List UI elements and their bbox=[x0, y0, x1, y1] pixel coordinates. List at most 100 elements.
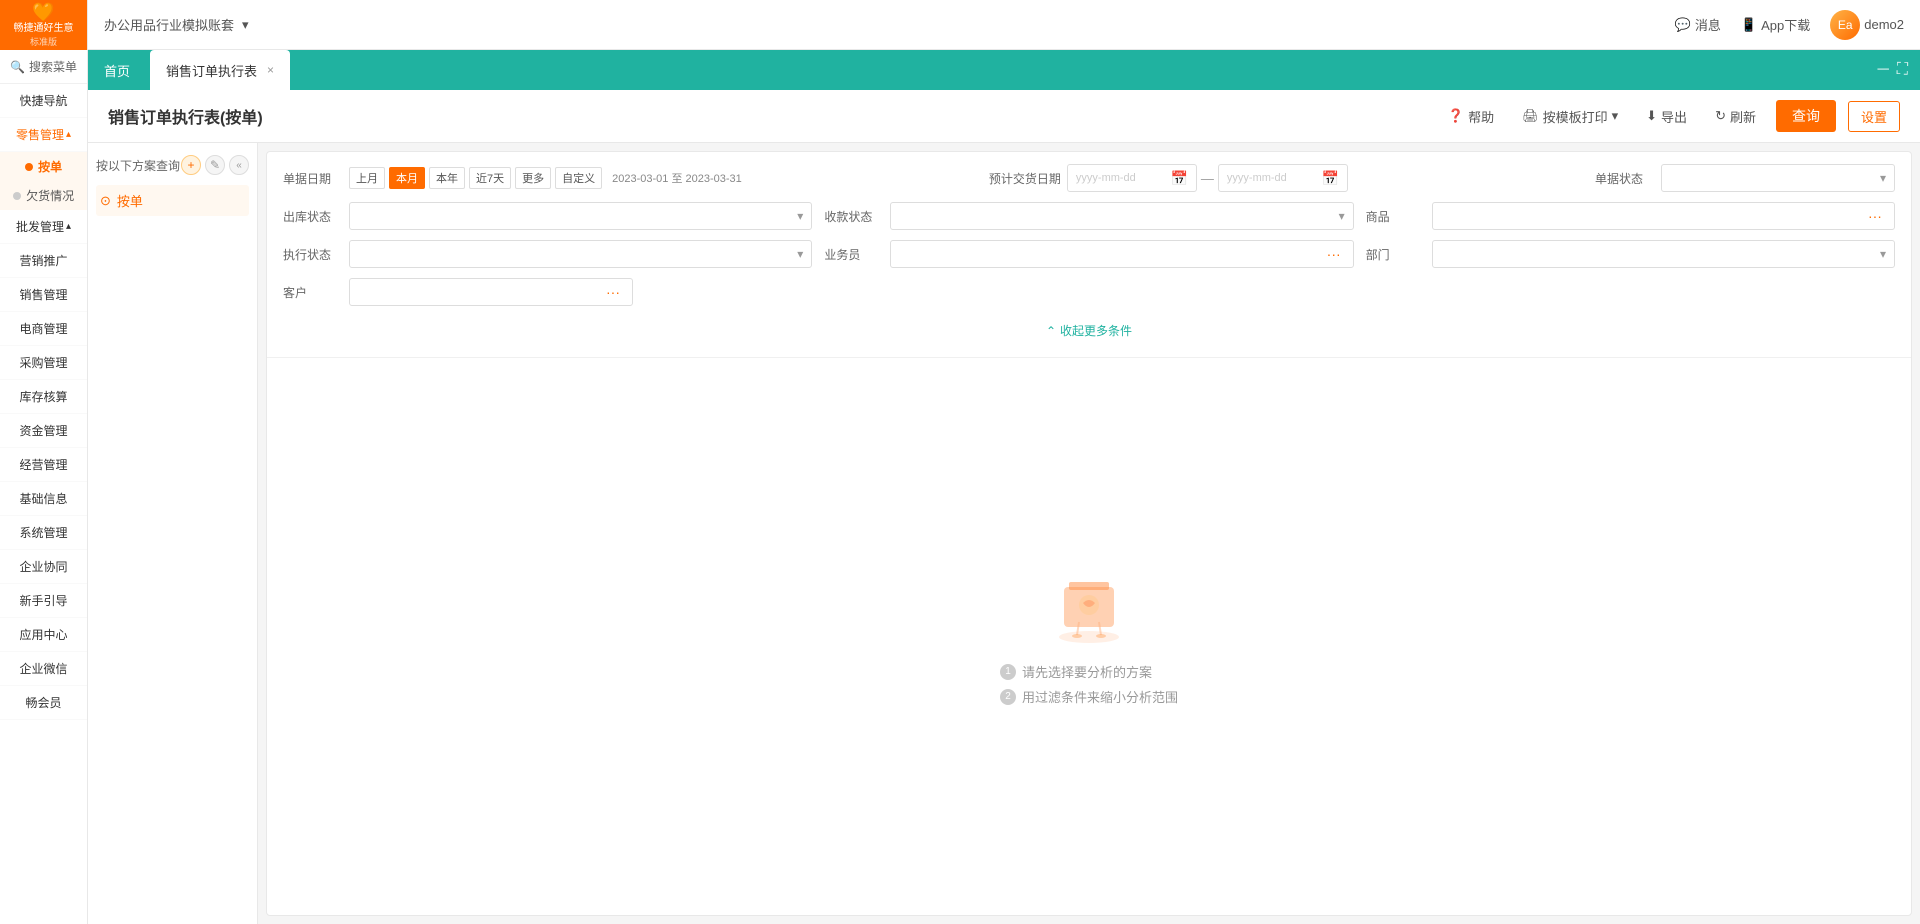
doc-status-select[interactable]: ▾ bbox=[1661, 164, 1895, 192]
sidebar-item-member[interactable]: 畅会员 bbox=[0, 686, 87, 720]
add-scheme-btn[interactable]: + bbox=[181, 155, 201, 175]
query-btn[interactable]: 查询 bbox=[1776, 100, 1836, 132]
print-btn[interactable]: 🖨 按模板打印 ▾ bbox=[1514, 103, 1626, 130]
filter-row-1: 单据日期 上月 本月 本年 近7天 更多 自定义 2023-03-01 至 20… bbox=[283, 164, 1895, 192]
sidebar-item-sales[interactable]: 销售管理 bbox=[0, 278, 87, 312]
maximize-icon[interactable]: ⛶ bbox=[1897, 61, 1908, 79]
sidebar-item-wechat[interactable]: 企业微信 bbox=[0, 652, 87, 686]
tab-sales-order[interactable]: 销售订单执行表 × bbox=[150, 50, 290, 90]
date-btn-this-month[interactable]: 本月 bbox=[389, 167, 425, 189]
sidebar-search[interactable]: 🔍 搜索菜单 bbox=[0, 50, 87, 84]
customer-select[interactable]: ··· bbox=[349, 278, 633, 306]
avatar: Ea bbox=[1830, 10, 1860, 40]
filter-item-by-order[interactable]: ⊙ 按单 bbox=[96, 185, 249, 216]
export-icon: ⬇ bbox=[1646, 108, 1657, 124]
sidebar-item-marketing[interactable]: 营销推广 bbox=[0, 244, 87, 278]
collapse-more-btn[interactable]: ⌃ 收起更多条件 bbox=[283, 316, 1895, 345]
customer-ellipsis[interactable]: ··· bbox=[602, 284, 624, 300]
dept-select[interactable]: ▾ bbox=[1432, 240, 1895, 268]
refresh-icon: ↻ bbox=[1715, 108, 1726, 124]
date-range-from: yyyy-mm-dd 📅 — yyyy-mm-dd 📅 bbox=[1067, 164, 1348, 192]
date-btn-this-year[interactable]: 本年 bbox=[429, 167, 465, 189]
date-to-input[interactable]: yyyy-mm-dd 📅 bbox=[1218, 164, 1348, 192]
goods-ellipsis[interactable]: ··· bbox=[1864, 208, 1886, 224]
page-actions: ❓ 帮助 🖨 按模板打印 ▾ ⬇ 导出 ↻ 刷新 查询 bbox=[1440, 100, 1900, 132]
sidebar-item-operations[interactable]: 经营管理 bbox=[0, 448, 87, 482]
user-profile[interactable]: Ea demo2 bbox=[1830, 10, 1904, 40]
date-btn-more[interactable]: 更多 bbox=[515, 167, 551, 189]
edit-scheme-btn[interactable]: ✎ bbox=[205, 155, 225, 175]
export-btn[interactable]: ⬇ 导出 bbox=[1638, 103, 1695, 130]
sidebar-item-guide[interactable]: 新手引导 bbox=[0, 584, 87, 618]
receive-status-select[interactable]: ▾ bbox=[890, 202, 1353, 230]
empty-tip-1: 1 请先选择要分析的方案 bbox=[1000, 662, 1178, 681]
minimize-icon[interactable]: ─ bbox=[1877, 61, 1888, 79]
collapse-panel-btn[interactable]: « bbox=[229, 155, 249, 175]
content-area: 按以下方案查询 + ✎ « ⊙ 按单 bbox=[88, 143, 1920, 924]
sidebar-item-finance[interactable]: 资金管理 bbox=[0, 414, 87, 448]
tab-label: 销售订单执行表 bbox=[166, 61, 257, 80]
salesperson-field: 业务员 ··· bbox=[824, 240, 1353, 268]
date-label: 单据日期 bbox=[283, 170, 343, 187]
exec-chevron: ▾ bbox=[797, 247, 803, 261]
chevron-icon2: ▴ bbox=[66, 221, 71, 232]
date-range-text: 2023-03-01 至 2023-03-31 bbox=[612, 170, 742, 186]
chevron-icon: ▴ bbox=[66, 129, 71, 140]
tip-num-1: 1 bbox=[1000, 664, 1016, 680]
settings-btn[interactable]: 设置 bbox=[1848, 101, 1900, 132]
date-from-placeholder: yyyy-mm-dd bbox=[1076, 172, 1136, 184]
inactive-dot bbox=[13, 192, 21, 200]
download-icon: 📱 bbox=[1741, 17, 1757, 33]
sidebar-sub-item-shortage[interactable]: 欠货情况 bbox=[0, 181, 87, 210]
filter-panel: 按以下方案查询 + ✎ « ⊙ 按单 bbox=[88, 143, 258, 924]
refresh-btn[interactable]: ↻ 刷新 bbox=[1707, 103, 1764, 130]
sidebar-sub-item-by-order[interactable]: 按单 bbox=[0, 152, 87, 181]
receive-status-field: 收款状态 ▾ bbox=[824, 202, 1353, 230]
dept-field: 部门 ▾ bbox=[1366, 240, 1895, 268]
tab-close-icon[interactable]: × bbox=[267, 63, 274, 77]
breadcrumb-arrow[interactable]: ▾ bbox=[242, 17, 249, 33]
sidebar-item-enterprise[interactable]: 企业协同 bbox=[0, 550, 87, 584]
active-scheme-icon: ⊙ bbox=[100, 193, 111, 209]
logo-icon: 🧡 bbox=[32, 2, 54, 23]
app-name: 畅捷通好生意 bbox=[14, 23, 74, 35]
date-btn-7days[interactable]: 近7天 bbox=[469, 167, 511, 189]
print-icon: 🖨 bbox=[1522, 108, 1539, 124]
salesperson-select[interactable]: ··· bbox=[890, 240, 1353, 268]
sidebar-item-quick-nav[interactable]: 快捷导航 bbox=[0, 84, 87, 118]
print-label: 按模板打印 bbox=[1543, 107, 1608, 126]
sidebar-item-system[interactable]: 系统管理 bbox=[0, 516, 87, 550]
ship-status-select[interactable]: ▾ bbox=[349, 202, 812, 230]
date-from-input[interactable]: yyyy-mm-dd 📅 bbox=[1067, 164, 1197, 192]
help-btn[interactable]: ❓ 帮助 bbox=[1440, 103, 1502, 130]
filter-row-3: 执行状态 ▾ 业务员 ··· bbox=[283, 240, 1895, 268]
breadcrumb-text: 办公用品行业模拟账套 bbox=[104, 15, 234, 34]
avatar-text: Ea bbox=[1838, 18, 1853, 32]
edit-icon: ✎ bbox=[210, 158, 220, 172]
exec-status-select[interactable]: ▾ bbox=[349, 240, 812, 268]
tip-num-2: 2 bbox=[1000, 689, 1016, 705]
calendar-from-icon[interactable]: 📅 bbox=[1170, 170, 1187, 187]
sidebar-item-purchase[interactable]: 采购管理 bbox=[0, 346, 87, 380]
calendar-to-icon[interactable]: 📅 bbox=[1321, 170, 1338, 187]
sidebar-item-ecommerce[interactable]: 电商管理 bbox=[0, 312, 87, 346]
sidebar-item-inventory[interactable]: 库存核算 bbox=[0, 380, 87, 414]
empty-illustration bbox=[1039, 567, 1139, 650]
filter-form: 单据日期 上月 本月 本年 近7天 更多 自定义 2023-03-01 至 20… bbox=[267, 152, 1911, 358]
app-download-btn[interactable]: 📱 App下载 bbox=[1741, 15, 1810, 34]
tab-bar: 首页 销售订单执行表 × ─ ⛶ bbox=[88, 50, 1920, 90]
date-btn-last-month[interactable]: 上月 bbox=[349, 167, 385, 189]
sidebar-item-retail[interactable]: 零售管理 ▴ bbox=[0, 118, 87, 152]
collapse-arrow: ⌃ bbox=[1046, 324, 1056, 338]
date-btn-custom[interactable]: 自定义 bbox=[555, 167, 602, 189]
goods-select[interactable]: ··· bbox=[1432, 202, 1895, 230]
message-btn[interactable]: 💬 消息 bbox=[1675, 15, 1721, 34]
tab-home[interactable]: 首页 bbox=[88, 50, 146, 90]
sidebar-item-app-center[interactable]: 应用中心 bbox=[0, 618, 87, 652]
empty-tip-2: 2 用过滤条件来缩小分析范围 bbox=[1000, 687, 1178, 706]
sidebar-item-basic-info[interactable]: 基础信息 bbox=[0, 482, 87, 516]
sidebar-item-wholesale[interactable]: 批发管理 ▴ bbox=[0, 210, 87, 244]
refresh-label: 刷新 bbox=[1730, 107, 1756, 126]
filter-panel-title: 按以下方案查询 bbox=[96, 157, 180, 174]
salesperson-ellipsis[interactable]: ··· bbox=[1323, 246, 1345, 262]
